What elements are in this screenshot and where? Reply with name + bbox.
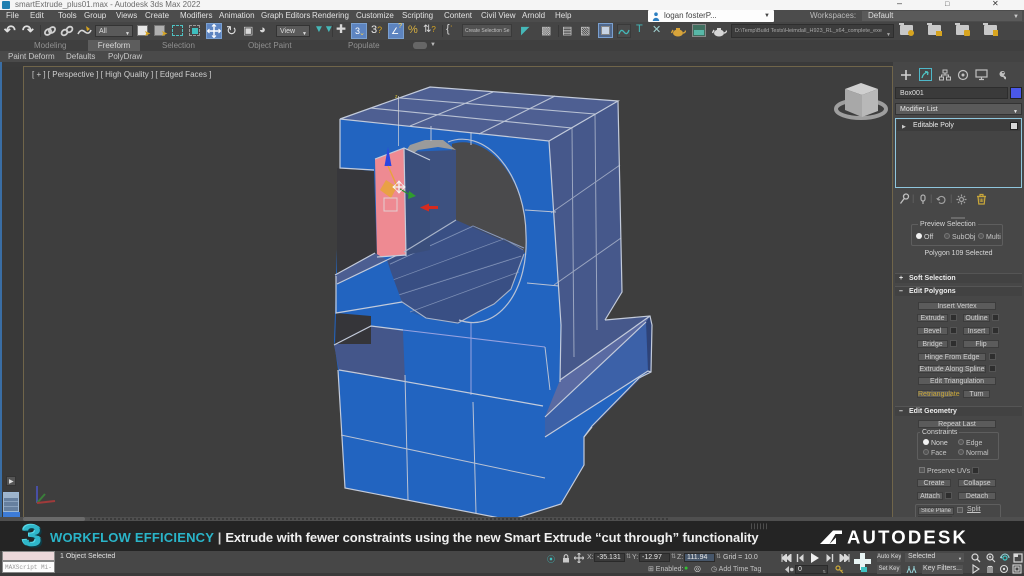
svg-text:AUTODESK: AUTODESK (847, 528, 968, 546)
